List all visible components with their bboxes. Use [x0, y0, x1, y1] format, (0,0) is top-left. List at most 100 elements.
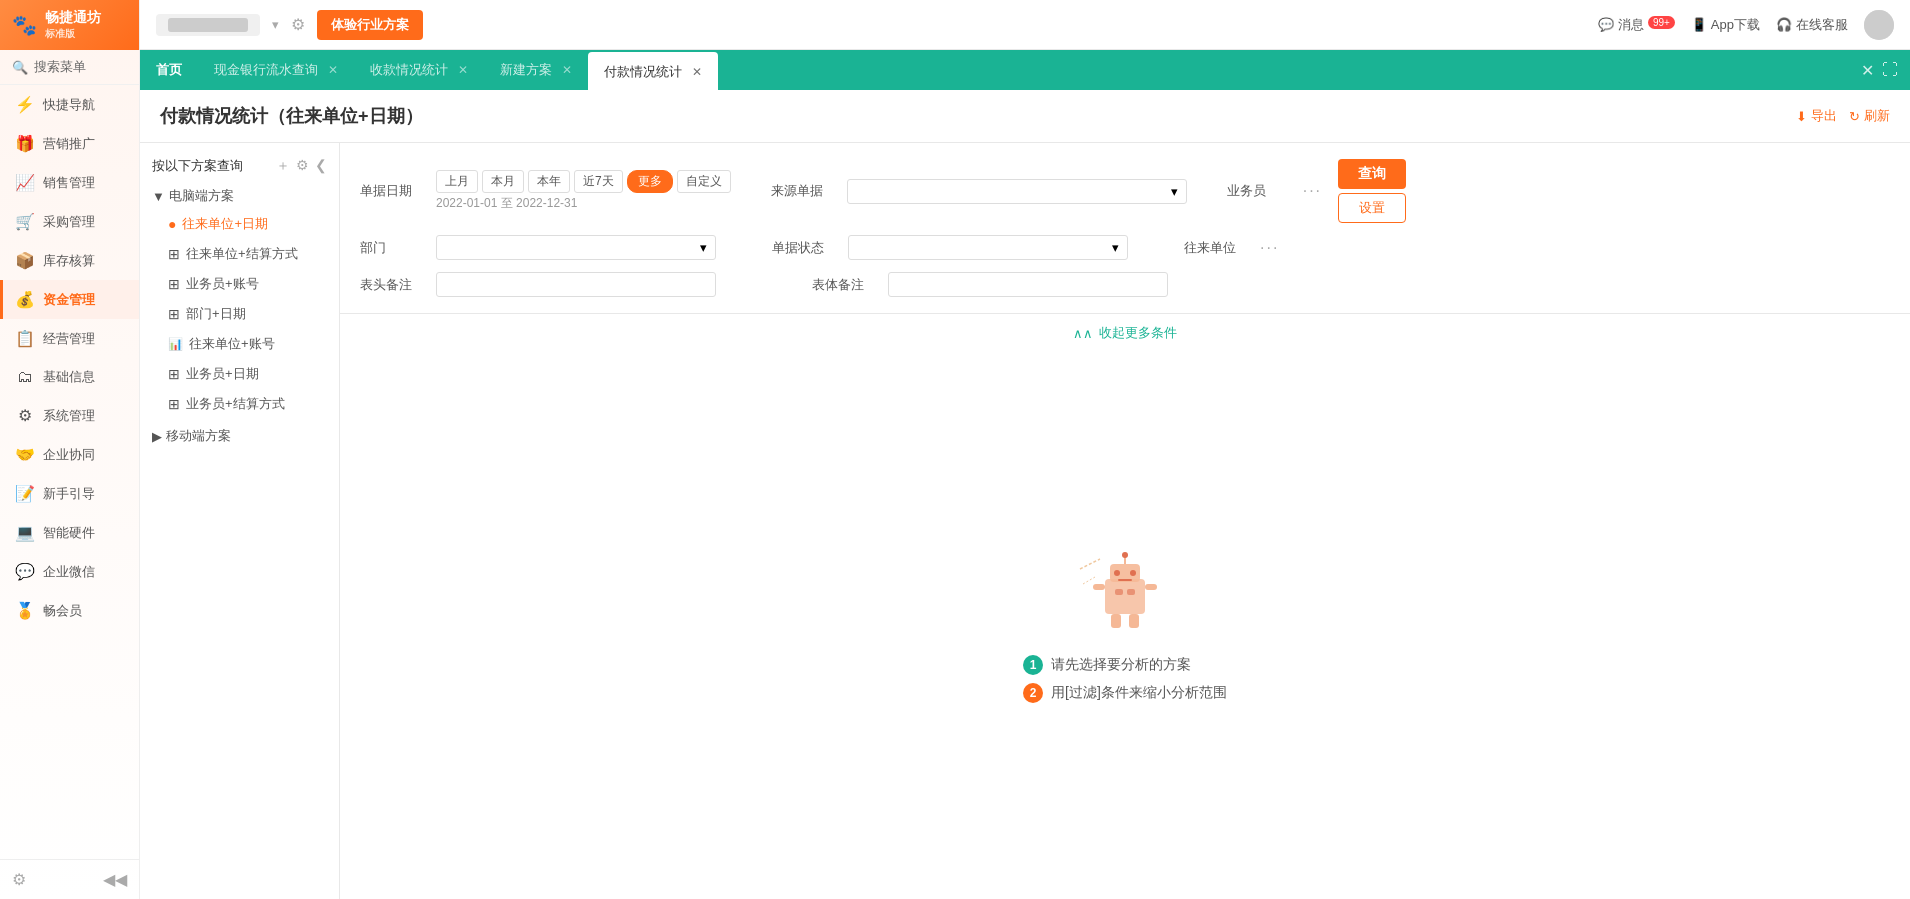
partner-dots[interactable]: ···	[1260, 239, 1279, 257]
trial-button[interactable]: 体验行业方案	[317, 10, 423, 40]
refresh-button[interactable]: ↻ 刷新	[1849, 107, 1890, 125]
system-icon: ⚙	[15, 406, 35, 425]
header-dropdown-icon[interactable]: ▾	[272, 17, 279, 32]
scheme-add-icon[interactable]: ＋	[276, 157, 290, 175]
online-service-btn[interactable]: 🎧 在线客服	[1776, 16, 1848, 34]
scheme-staff-date[interactable]: ⊞ 业务员+日期	[152, 359, 327, 389]
date-btn-more[interactable]: 更多	[627, 170, 673, 193]
scheme-partner-date[interactable]: ● 往来单位+日期	[152, 209, 327, 239]
sidebar-nav: ⚡ 快捷导航 🎁 营销推广 📈 销售管理 🛒 采购管理 📦 库存核算 💰 资金管…	[0, 85, 139, 859]
sidebar-item-inventory[interactable]: 📦 库存核算	[0, 241, 139, 280]
sidebar-search[interactable]: 🔍 搜索菜单	[0, 50, 139, 85]
collapse-button[interactable]: ∧∧ 收起更多条件	[340, 314, 1910, 352]
sidebar-item-basics[interactable]: 🗂 基础信息	[0, 358, 139, 396]
tab-receipt-stats[interactable]: 收款情况统计 ✕	[354, 50, 484, 90]
download-icon: 📱	[1691, 17, 1707, 32]
source-select[interactable]: ▾	[847, 179, 1187, 204]
sidebar-item-wechat[interactable]: 💬 企业微信	[0, 552, 139, 591]
main-area: ▾ ⚙ 体验行业方案 💬 消息 99+ 📱 App下载 🎧 在线客服 首页	[140, 0, 1910, 899]
sidebar-item-guide[interactable]: 📝 新手引导	[0, 474, 139, 513]
inventory-icon: 📦	[15, 251, 35, 270]
date-btn-this-month[interactable]: 本月	[482, 170, 524, 193]
scheme-dept-date[interactable]: ⊞ 部门+日期	[152, 299, 327, 329]
sidebar-item-member[interactable]: 🏅 畅会员	[0, 591, 139, 630]
logo-icon: 🐾	[12, 13, 37, 37]
sidebar-item-hardware[interactable]: 💻 智能硬件	[0, 513, 139, 552]
date-btn-last-7days[interactable]: 近7天	[574, 170, 623, 193]
scheme-collapse-icon[interactable]: ❮	[315, 157, 327, 175]
tab-payment-stats[interactable]: 付款情况统计 ✕	[588, 52, 718, 92]
scheme-panel: 按以下方案查询 ＋ ⚙ ❮ ▼ 电脑端方案 ●	[140, 143, 340, 899]
date-btn-custom[interactable]: 自定义	[677, 170, 731, 193]
tab-bank-flow-close[interactable]: ✕	[328, 63, 338, 77]
export-button[interactable]: ⬇ 导出	[1796, 107, 1837, 125]
sidebar-item-sales[interactable]: 📈 销售管理	[0, 163, 139, 202]
tab-new-scheme-close[interactable]: ✕	[562, 63, 572, 77]
scheme-panel-title: 按以下方案查询	[152, 157, 243, 175]
tab-receipt-stats-close[interactable]: ✕	[458, 63, 468, 77]
tab-bank-flow[interactable]: 现金银行流水查询 ✕	[198, 50, 354, 90]
app-download-btn[interactable]: 📱 App下载	[1691, 16, 1760, 34]
svg-rect-10	[1145, 584, 1157, 590]
staff-label: 业务员	[1227, 182, 1287, 200]
sidebar-item-capital[interactable]: 💰 资金管理	[0, 280, 139, 319]
sidebar-bottom: ⚙ ◀◀	[0, 859, 139, 899]
query-button[interactable]: 查询	[1338, 159, 1406, 189]
page-header: 付款情况统计（往来单位+日期） ⬇ 导出 ↻ 刷新	[140, 90, 1910, 143]
avatar-text	[1864, 10, 1894, 40]
sidebar-label-purchase: 采购管理	[43, 213, 95, 231]
tab-bar: 首页 现金银行流水查询 ✕ 收款情况统计 ✕ 新建方案 ✕ 付款情况统计 ✕ ✕…	[140, 50, 1910, 90]
app-name: 畅捷通坊	[45, 9, 101, 27]
sidebar-item-marketing[interactable]: 🎁 营销推广	[0, 124, 139, 163]
scheme-staff-account[interactable]: ⊞ 业务员+账号	[152, 269, 327, 299]
tab-home[interactable]: 首页	[140, 50, 198, 90]
date-btn-this-year[interactable]: 本年	[528, 170, 570, 193]
header-right: 💬 消息 99+ 📱 App下载 🎧 在线客服	[1598, 10, 1894, 40]
staff-dots[interactable]: ···	[1303, 182, 1322, 200]
scheme-partner-settle[interactable]: ⊞ 往来单位+结算方式	[152, 239, 327, 269]
filter-settings-button[interactable]: 设置	[1338, 193, 1406, 223]
tab-maximize-icon[interactable]: ⛶	[1882, 61, 1898, 79]
messages-btn[interactable]: 💬 消息 99+	[1598, 16, 1675, 34]
guide-icon: 📝	[15, 484, 35, 503]
date-col: 上月 本月 本年 近7天 更多 自定义 2022-01-01 至 2022-12…	[436, 170, 731, 212]
body-remark-input[interactable]	[888, 272, 1168, 297]
sidebar-item-purchase[interactable]: 🛒 采购管理	[0, 202, 139, 241]
date-options: 上月 本月 本年 近7天 更多 自定义	[436, 170, 731, 193]
sidebar-label-capital: 资金管理	[43, 291, 95, 309]
sidebar-label-quick-nav: 快捷导航	[43, 96, 95, 114]
sidebar: 🐾 畅捷通坊 标准版 🔍 搜索菜单 ⚡ 快捷导航 🎁 营销推广 📈 销售管理 🛒…	[0, 0, 140, 899]
settings-icon[interactable]: ⚙	[12, 870, 26, 889]
bill-status-label: 单据状态	[772, 239, 832, 257]
avatar[interactable]	[1864, 10, 1894, 40]
sidebar-item-collab[interactable]: 🤝 企业协同	[0, 435, 139, 474]
svg-rect-14	[1127, 589, 1135, 595]
svg-point-4	[1114, 570, 1120, 576]
header: ▾ ⚙ 体验行业方案 💬 消息 99+ 📱 App下载 🎧 在线客服	[140, 0, 1910, 50]
dept-select[interactable]: ▾	[436, 235, 716, 260]
header-remark-input[interactable]	[436, 272, 716, 297]
collapse-sidebar-icon[interactable]: ◀◀	[103, 870, 127, 889]
scheme-group-pc-header[interactable]: ▼ 电脑端方案	[152, 187, 327, 205]
page-body: 按以下方案查询 ＋ ⚙ ❮ ▼ 电脑端方案 ●	[140, 143, 1910, 899]
svg-rect-13	[1115, 589, 1123, 595]
scheme-dept-date-label: 部门+日期	[186, 305, 246, 323]
sidebar-item-quick-nav[interactable]: ⚡ 快捷导航	[0, 85, 139, 124]
header-settings-icon[interactable]: ⚙	[291, 15, 305, 34]
scheme-settings-icon[interactable]: ⚙	[296, 157, 309, 175]
scheme-partner-date-icon: ●	[168, 216, 176, 232]
collab-icon: 🤝	[15, 445, 35, 464]
sidebar-item-system[interactable]: ⚙ 系统管理	[0, 396, 139, 435]
tab-payment-stats-close[interactable]: ✕	[692, 65, 702, 79]
scheme-staff-settle[interactable]: ⊞ 业务员+结算方式	[152, 389, 327, 419]
message-icon: 💬	[1598, 17, 1614, 32]
svg-rect-12	[1129, 614, 1139, 628]
scheme-partner-account[interactable]: 📊 往来单位+账号	[152, 329, 327, 359]
sidebar-item-operations[interactable]: 📋 经营管理	[0, 319, 139, 358]
bill-status-select[interactable]: ▾	[848, 235, 1128, 260]
source-select-arrow: ▾	[1171, 184, 1178, 199]
scheme-group-mobile-header[interactable]: ▶ 移动端方案	[152, 427, 327, 445]
tab-new-scheme[interactable]: 新建方案 ✕	[484, 50, 588, 90]
date-btn-last-month[interactable]: 上月	[436, 170, 478, 193]
tab-close-all-icon[interactable]: ✕	[1861, 61, 1874, 80]
